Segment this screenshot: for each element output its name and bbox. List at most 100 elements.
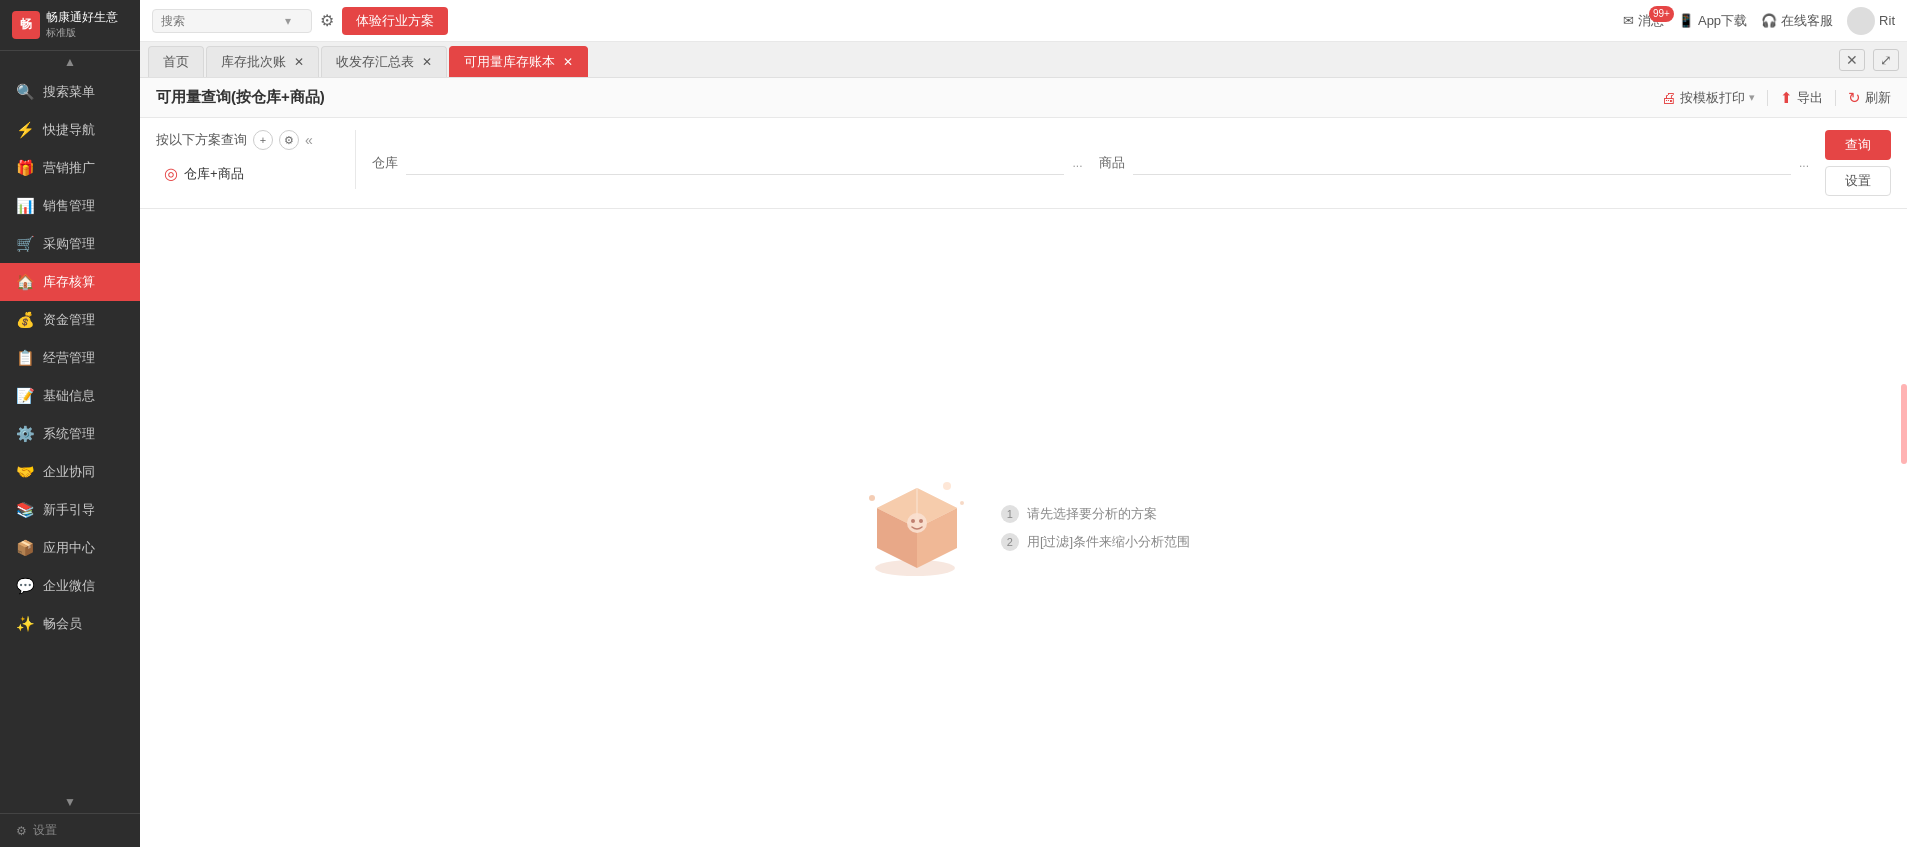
tab-close-button[interactable]: ✕	[1839, 49, 1865, 71]
search-input[interactable]	[161, 14, 281, 28]
warehouse-input[interactable]	[406, 151, 1064, 175]
sidebar-label-finance: 资金管理	[43, 311, 95, 329]
wechat-icon: 💬	[16, 577, 35, 595]
sidebar-nav: 🔍搜索菜单⚡快捷导航🎁营销推广📊销售管理 🛒 采购管理 🏠 库存核算 💰 资金管理 📋 经营管理…	[0, 73, 140, 791]
tab-label-batch: 库存批次账	[221, 53, 286, 71]
empty-step-2: 2 用[过滤]条件来缩小分析范围	[1001, 533, 1190, 551]
page-title: 可用量查询(按仓库+商品)	[156, 88, 325, 107]
sidebar-item-apps[interactable]: 📦应用中心	[0, 529, 140, 567]
sidebar-item-purchase[interactable]: 🛒 采购管理	[0, 225, 140, 263]
user-name: Rit	[1879, 13, 1895, 28]
sidebar-label-inventory: 库存核算	[43, 273, 95, 291]
sidebar-bottom-settings[interactable]: ⚙ 设置	[0, 813, 140, 847]
sidebar-item-wechat[interactable]: 💬企业微信	[0, 567, 140, 605]
tab-label-home: 首页	[163, 53, 189, 71]
sidebar: 畅 畅康通好生意 标准版 ▲ 🔍搜索菜单⚡快捷导航🎁营销推广📊销售管理 🛒 采购管理…	[0, 0, 140, 847]
sidebar-item-newbie[interactable]: 📚新手引导	[0, 491, 140, 529]
sidebar-item-shortcut[interactable]: ⚡快捷导航	[0, 111, 140, 149]
sidebar-item-basic[interactable]: 📝基础信息	[0, 377, 140, 415]
tab-close-summary[interactable]: ✕	[422, 55, 432, 69]
tab-summary[interactable]: 收发存汇总表 ✕	[321, 46, 447, 77]
scheme-label: 按以下方案查询	[156, 131, 247, 149]
sidebar-label-operation: 经营管理	[43, 349, 95, 367]
empty-box-svg	[857, 468, 977, 578]
query-settings-button[interactable]: 设置	[1825, 166, 1891, 196]
sidebar-label-search: 搜索菜单	[43, 83, 95, 101]
goods-label: 商品	[1099, 154, 1125, 172]
app-download-icon: 📱	[1678, 13, 1694, 28]
sidebar-label-cooperation: 企业协同	[43, 463, 95, 481]
warehouse-field: 仓库 ...	[372, 151, 1083, 175]
logo-badge: 标准版	[46, 26, 118, 40]
tab-close-batch[interactable]: ✕	[294, 55, 304, 69]
app-download-button[interactable]: 📱 App下载	[1678, 12, 1747, 30]
sidebar-label-newbie: 新手引导	[43, 501, 95, 519]
tab-close-available[interactable]: ✕	[563, 55, 573, 69]
page-header: 可用量查询(按仓库+商品) 🖨 按模板打印 ▾ ⬆ 导出 ↻ 刷新	[140, 78, 1907, 118]
export-button[interactable]: ⬆ 导出	[1780, 89, 1823, 107]
sidebar-item-cooperation[interactable]: 🤝企业协同	[0, 453, 140, 491]
online-service-label: 在线客服	[1781, 12, 1833, 30]
goods-more-button[interactable]: ...	[1799, 156, 1809, 170]
right-scrollbar[interactable]	[1901, 384, 1907, 464]
marketing-icon: 🎁	[16, 159, 35, 177]
export-icon: ⬆	[1780, 89, 1793, 107]
tab-home[interactable]: 首页	[148, 46, 204, 77]
system-icon: ⚙️	[16, 425, 35, 443]
step-2-circle: 2	[1001, 533, 1019, 551]
inventory-icon: 🏠	[16, 273, 35, 291]
svg-point-7	[911, 519, 915, 523]
user-profile[interactable]: Rit	[1847, 7, 1895, 35]
app-logo: 畅 畅康通好生意 标准版	[0, 0, 140, 51]
shortcut-icon: ⚡	[16, 121, 35, 139]
sidebar-item-operation[interactable]: 📋 经营管理	[0, 339, 140, 377]
refresh-button[interactable]: ↻ 刷新	[1848, 89, 1891, 107]
goods-input[interactable]	[1133, 151, 1791, 175]
sidebar-item-vip[interactable]: ✨畅会员	[0, 605, 140, 643]
tab-label-available: 可用量库存账本	[464, 53, 555, 71]
sidebar-label-sales: 销售管理	[43, 197, 95, 215]
warehouse-more-button[interactable]: ...	[1072, 156, 1082, 170]
online-service-button[interactable]: 🎧 在线客服	[1761, 12, 1833, 30]
sidebar-item-sales[interactable]: 📊销售管理	[0, 187, 140, 225]
svg-point-9	[869, 495, 875, 501]
print-chevron-icon[interactable]: ▾	[1749, 91, 1755, 104]
sidebar-item-finance[interactable]: 💰 资金管理	[0, 301, 140, 339]
step-1-circle: 1	[1001, 505, 1019, 523]
search-chevron-icon[interactable]: ▾	[285, 14, 291, 28]
sidebar-scroll-up[interactable]: ▲	[0, 51, 140, 73]
query-actions: 查询 设置	[1825, 130, 1891, 196]
print-button[interactable]: 🖨 按模板打印 ▾	[1661, 89, 1755, 107]
empty-illustration	[857, 468, 977, 588]
tab-label-summary: 收发存汇总表	[336, 53, 414, 71]
scheme-settings-button[interactable]: ⚙	[279, 130, 299, 150]
sidebar-scroll-down[interactable]: ▼	[0, 791, 140, 813]
sidebar-item-system[interactable]: ⚙️系统管理	[0, 415, 140, 453]
operation-icon: 📋	[16, 349, 35, 367]
step-1-text: 请先选择要分析的方案	[1027, 505, 1157, 523]
collapse-button[interactable]: «	[305, 132, 313, 148]
basic-icon: 📝	[16, 387, 35, 405]
sidebar-label-purchase: 采购管理	[43, 235, 95, 253]
topbar-gear-icon[interactable]: ⚙	[320, 11, 334, 30]
message-button[interactable]: ✉ 消息 99+	[1623, 12, 1664, 30]
tab-expand-button[interactable]: ⤢	[1873, 49, 1899, 71]
query-button[interactable]: 查询	[1825, 130, 1891, 160]
warehouse-label: 仓库	[372, 154, 398, 172]
add-scheme-button[interactable]: +	[253, 130, 273, 150]
vip-icon: ✨	[16, 615, 35, 633]
message-icon: ✉	[1623, 13, 1634, 28]
query-scheme-panel: 按以下方案查询 + ⚙ « ◎ 仓库+商品	[156, 130, 356, 189]
trial-button[interactable]: 体验行业方案	[342, 7, 448, 35]
tab-batch[interactable]: 库存批次账 ✕	[206, 46, 319, 77]
scheme-warehouse-goods[interactable]: ◎ 仓库+商品	[156, 158, 343, 189]
scheme-name: 仓库+商品	[184, 165, 244, 183]
finance-icon: 💰	[16, 311, 35, 329]
sidebar-item-search[interactable]: 🔍搜索菜单	[0, 73, 140, 111]
topbar-search-box[interactable]: ▾	[152, 9, 312, 33]
tab-available[interactable]: 可用量库存账本 ✕	[449, 46, 588, 77]
purchase-icon: 🛒	[16, 235, 35, 253]
sidebar-item-inventory[interactable]: 🏠 库存核算	[0, 263, 140, 301]
topbar: ▾ ⚙ 体验行业方案 ✉ 消息 99+ 📱 App下载 🎧 在线客服 Rit	[140, 0, 1907, 42]
sidebar-item-marketing[interactable]: 🎁营销推广	[0, 149, 140, 187]
